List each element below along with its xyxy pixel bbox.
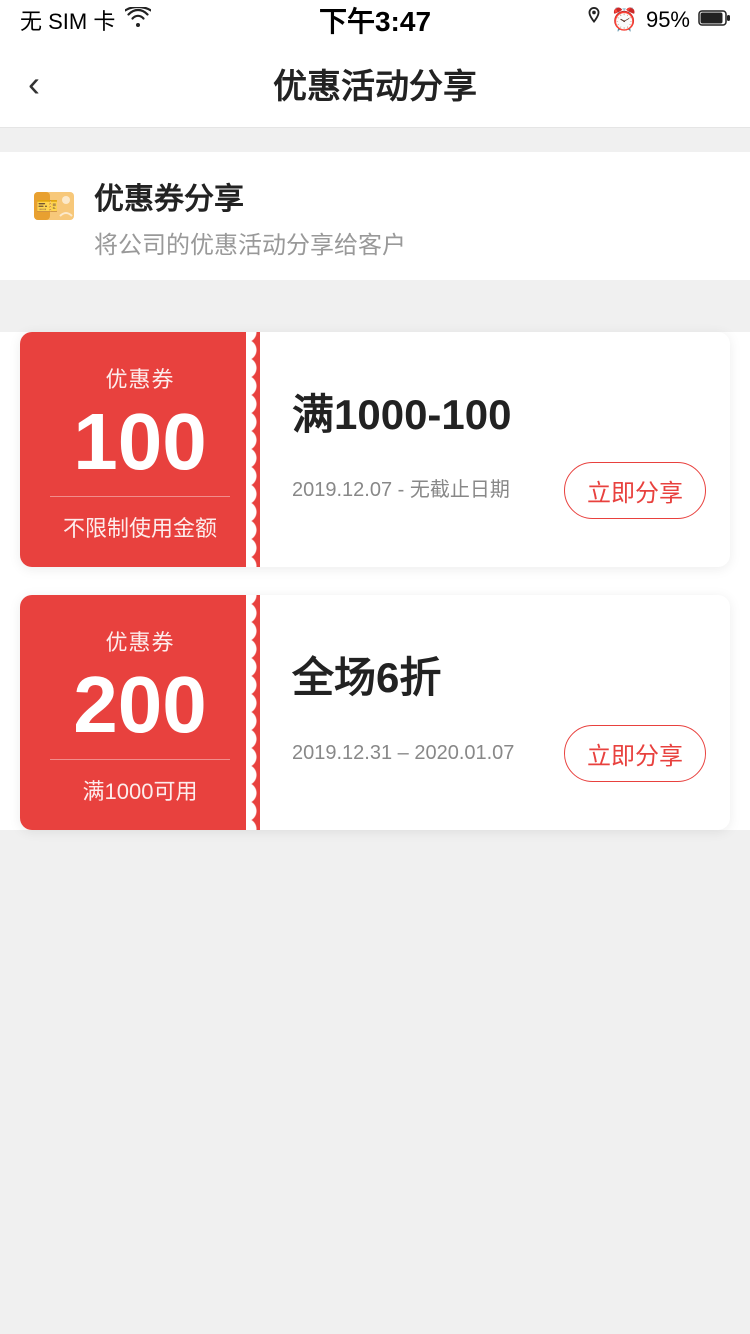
back-button[interactable]: ‹ xyxy=(28,66,40,102)
coupon-right-1: 满1000-100 2019.12.07 - 无截止日期 立即分享 xyxy=(260,332,730,567)
coupon-card-1: 优惠券 100 不限制使用金额 满1000-100 2019.12.07 - 无… xyxy=(20,332,730,567)
coupon-card-2: 优惠券 200 满1000可用 全场6折 2019.12.31 – 2020.0… xyxy=(20,595,730,830)
bottom-space xyxy=(0,858,750,1158)
coupon-right-2: 全场6折 2019.12.31 – 2020.01.07 立即分享 xyxy=(260,595,730,830)
battery-icon xyxy=(698,7,730,33)
location-icon xyxy=(585,7,603,33)
section-gap-1 xyxy=(0,128,750,152)
section-text-wrap: 优惠券分享 将公司的优惠活动分享给客户 xyxy=(94,180,406,260)
coupon-left-2: 优惠券 200 满1000可用 xyxy=(20,595,260,830)
nav-bar: ‹ 优惠活动分享 xyxy=(0,40,750,128)
section-gap-2 xyxy=(0,280,750,304)
status-right: ⏰ 95% xyxy=(585,7,730,33)
coupon-name-2: 全场6折 xyxy=(292,644,706,705)
battery-text: 95% xyxy=(646,7,690,33)
status-left: 无 SIM 卡 xyxy=(20,4,151,36)
section-subtitle: 将公司的优惠活动分享给客户 xyxy=(94,225,406,260)
svg-text:🎫: 🎫 xyxy=(36,196,58,216)
coupon-amount-2: 200 xyxy=(50,665,230,745)
coupon-condition-2: 满1000可用 xyxy=(50,774,230,806)
coupon-label-2: 优惠券 xyxy=(50,625,230,657)
share-button-1[interactable]: 立即分享 xyxy=(564,462,706,519)
coupon-name-1: 满1000-100 xyxy=(292,381,706,442)
coupon-footer-1: 2019.12.07 - 无截止日期 立即分享 xyxy=(292,462,706,519)
coupon-condition-1: 不限制使用金额 xyxy=(50,511,230,543)
coupon-divider-2 xyxy=(50,759,230,760)
wifi-icon xyxy=(125,7,151,33)
coupon-amount-1: 100 xyxy=(50,402,230,482)
coupon-label-1: 优惠券 xyxy=(50,362,230,394)
section-icon: 🎫 xyxy=(30,182,78,230)
nav-title: 优惠活动分享 xyxy=(273,59,477,108)
section-header: 🎫 优惠券分享 将公司的优惠活动分享给客户 xyxy=(0,152,750,280)
status-bar: 无 SIM 卡 下午3:47 ⏰ 95% xyxy=(0,0,750,40)
coupon-date-1: 2019.12.07 - 无截止日期 xyxy=(292,476,552,504)
coupon-divider-1 xyxy=(50,496,230,497)
section-title: 优惠券分享 xyxy=(94,180,406,219)
coupon-left-1: 优惠券 100 不限制使用金额 xyxy=(20,332,260,567)
coupon-list: 优惠券 100 不限制使用金额 满1000-100 2019.12.07 - 无… xyxy=(0,332,750,830)
coupon-date-2: 2019.12.31 – 2020.01.07 xyxy=(292,739,552,767)
carrier-text: 无 SIM 卡 xyxy=(20,4,115,36)
alarm-icon: ⏰ xyxy=(611,7,638,33)
status-time: 下午3:47 xyxy=(319,0,431,40)
share-button-2[interactable]: 立即分享 xyxy=(564,725,706,782)
coupon-footer-2: 2019.12.31 – 2020.01.07 立即分享 xyxy=(292,725,706,782)
